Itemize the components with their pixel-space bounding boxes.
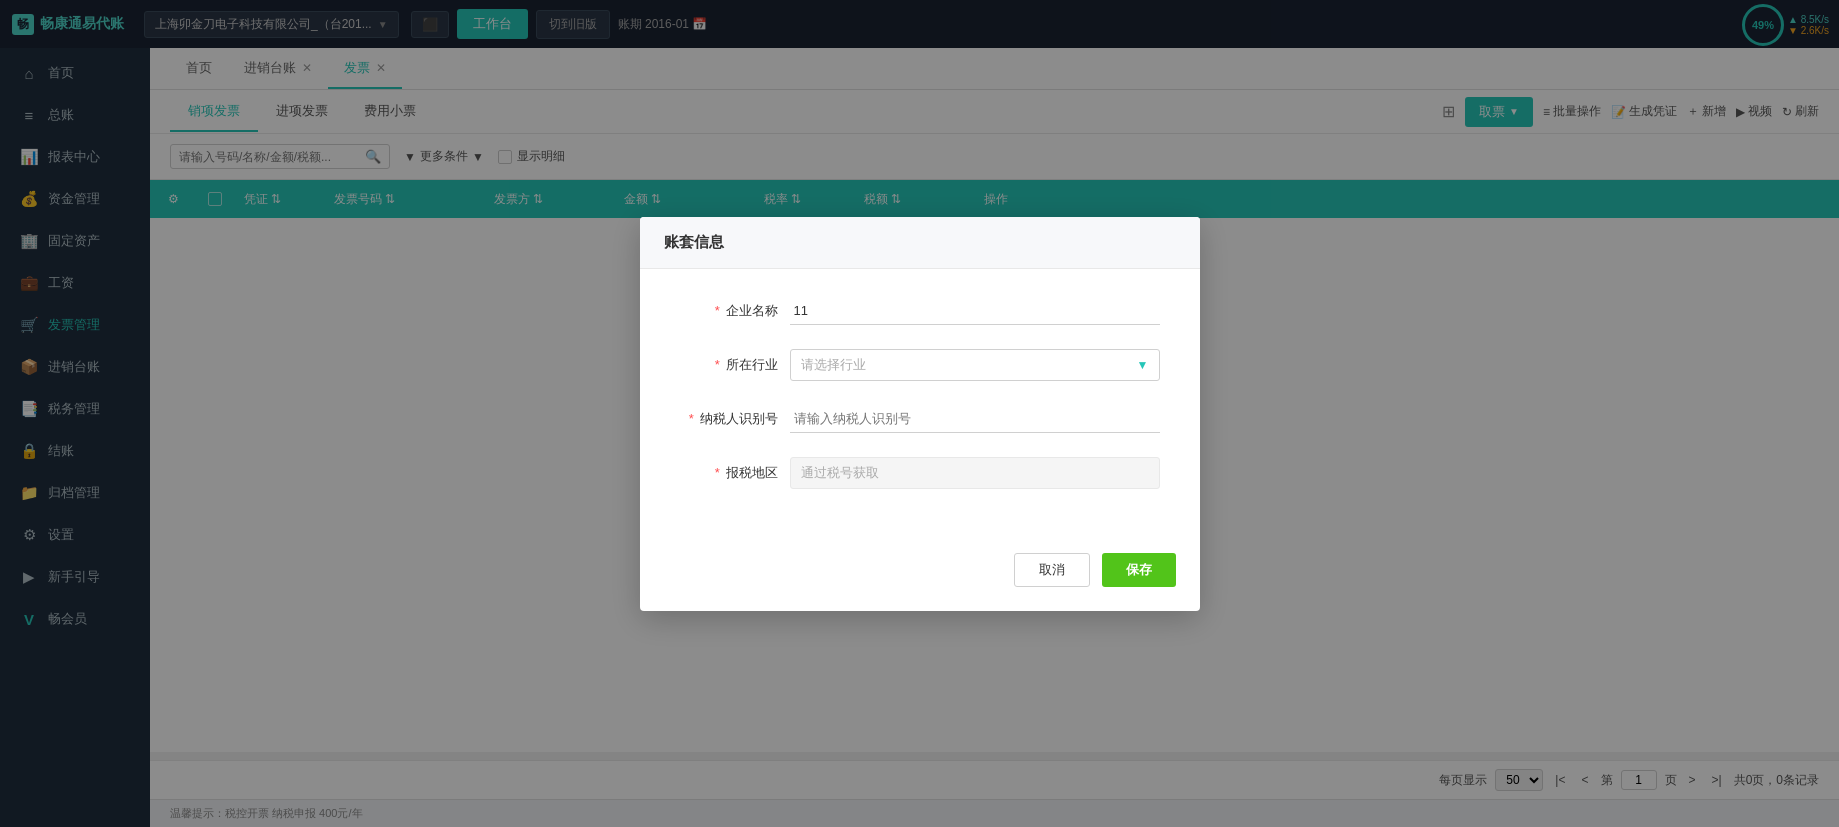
required-star-company: * xyxy=(715,303,720,318)
select-industry-chevron: ▼ xyxy=(1137,358,1149,372)
form-row-industry: * 所在行业 请选择行业 ▼ xyxy=(680,349,1160,381)
required-star-taxregion: * xyxy=(715,465,720,480)
save-button[interactable]: 保存 xyxy=(1102,553,1176,587)
form-row-company-name: * 企业名称 xyxy=(680,297,1160,325)
input-tax-id[interactable] xyxy=(790,405,1160,433)
input-company-name[interactable] xyxy=(790,297,1160,325)
label-company-name: * 企业名称 xyxy=(680,302,790,320)
form-row-tax-region: * 报税地区 通过税号获取 xyxy=(680,457,1160,489)
select-industry-placeholder: 请选择行业 xyxy=(801,356,866,374)
select-industry[interactable]: 请选择行业 ▼ xyxy=(790,349,1160,381)
cancel-button[interactable]: 取消 xyxy=(1014,553,1090,587)
account-info-dialog: 账套信息 * 企业名称 * 所在行业 请选择行业 ▼ xyxy=(640,217,1200,611)
label-industry: * 所在行业 xyxy=(680,356,790,374)
label-tax-region: * 报税地区 xyxy=(680,464,790,482)
dialog-header: 账套信息 xyxy=(640,217,1200,269)
label-tax-id: * 纳税人识别号 xyxy=(680,410,790,428)
required-star-taxid: * xyxy=(689,411,694,426)
required-star-industry: * xyxy=(715,357,720,372)
modal-overlay: 账套信息 * 企业名称 * 所在行业 请选择行业 ▼ xyxy=(0,0,1839,827)
input-tax-region-disabled: 通过税号获取 xyxy=(790,457,1160,489)
dialog-body: * 企业名称 * 所在行业 请选择行业 ▼ * xyxy=(640,269,1200,541)
dialog-footer: 取消 保存 xyxy=(640,541,1200,611)
form-row-tax-id: * 纳税人识别号 xyxy=(680,405,1160,433)
